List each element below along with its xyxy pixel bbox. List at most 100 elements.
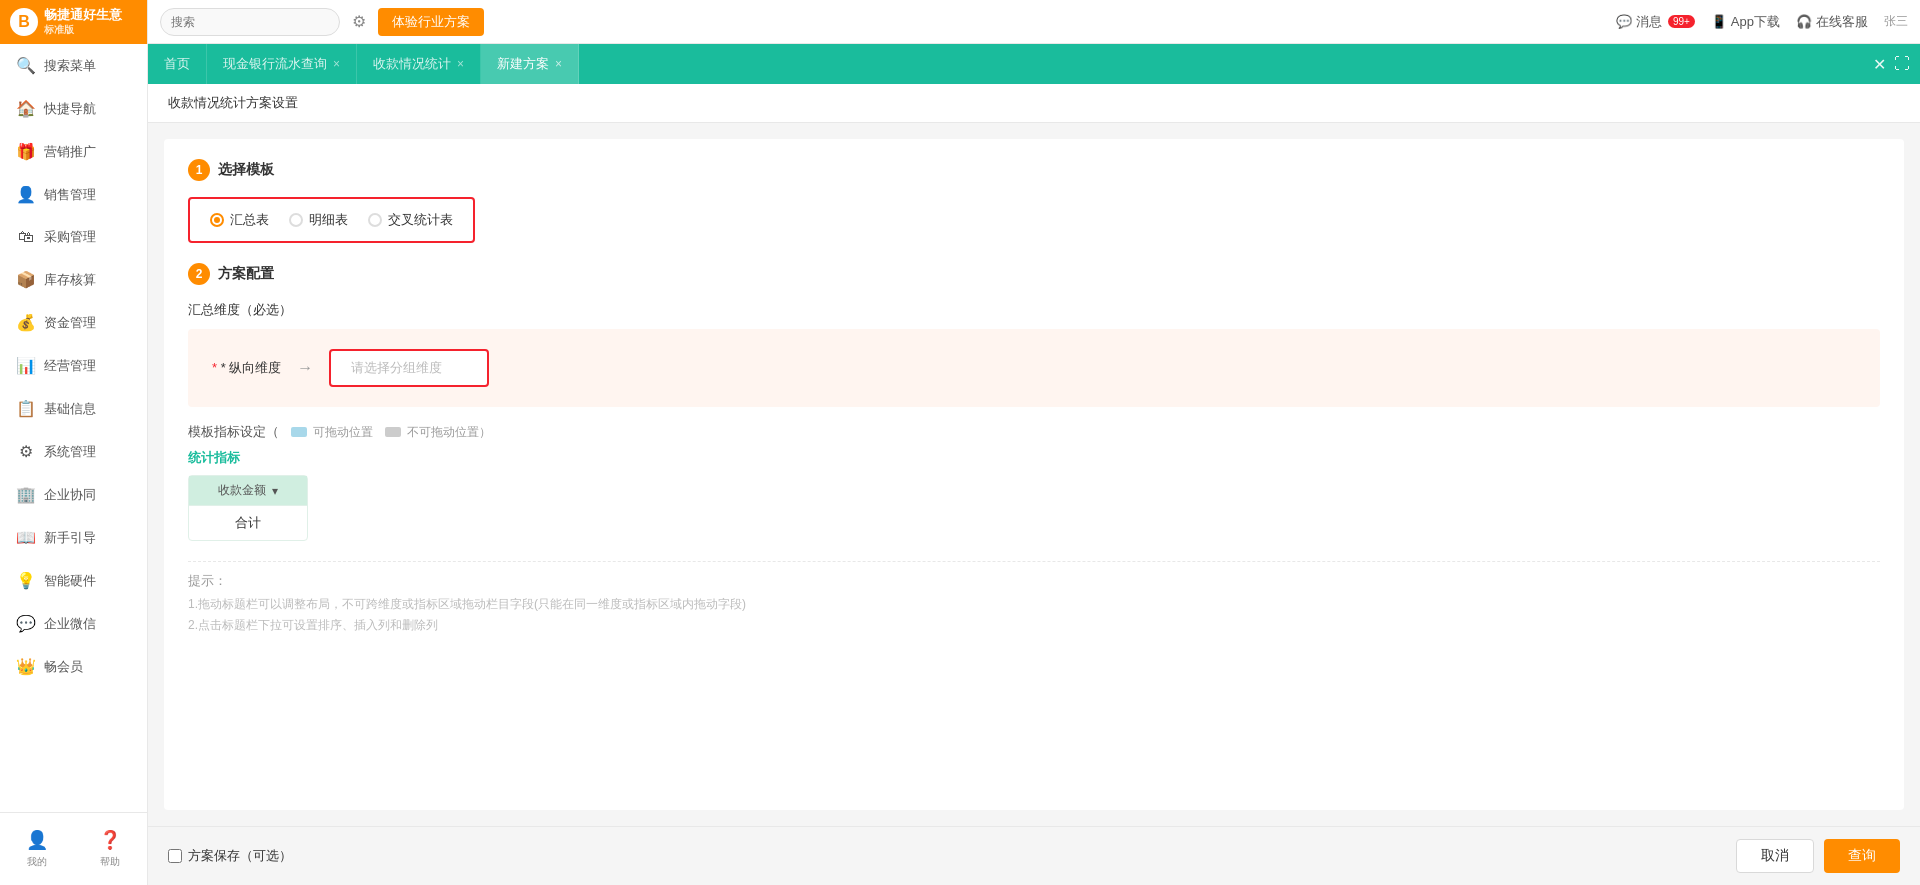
- download-btn[interactable]: 📱 App下载: [1711, 13, 1780, 31]
- tab-label-payment-stats: 收款情况统计: [373, 55, 451, 73]
- step2-title: 方案配置: [218, 265, 274, 283]
- sidebar-bottom-help[interactable]: ❓ 帮助: [74, 823, 148, 875]
- metrics-table-header[interactable]: 收款金额 ▾: [189, 476, 307, 506]
- step2-section: 2 方案配置 汇总维度（必选） * * 纵向维度 → 请选择分组维度: [188, 263, 1880, 648]
- tips-section: 提示： 1.拖动标题栏可以调整布局，不可跨维度或指标区域拖动栏目字段(只能在同一…: [188, 561, 1880, 648]
- member-icon: 👑: [16, 657, 36, 676]
- radio-cross[interactable]: 交叉统计表: [368, 211, 453, 229]
- template-selection-box: 汇总表 明细表 交叉统计表: [188, 197, 475, 243]
- cancel-button[interactable]: 取消: [1736, 839, 1814, 873]
- bottom-bar: 方案保存（可选） 取消 查询: [148, 826, 1920, 885]
- sidebar-item-enterprise[interactable]: 🏢 企业协同: [0, 473, 147, 516]
- fixed-hint: 不可拖动位置）: [385, 424, 491, 441]
- notifications-btn[interactable]: 💬 消息 99+: [1616, 13, 1695, 31]
- sidebar-bottom-user[interactable]: 👤 我的: [0, 823, 74, 875]
- sidebar-item-inventory[interactable]: 📦库存核算: [0, 258, 147, 301]
- draggable-indicator: [291, 427, 307, 437]
- service-btn[interactable]: 🎧 在线客服: [1796, 13, 1868, 31]
- sidebar-item-label: 资金管理: [44, 314, 96, 332]
- hardware-icon: 💡: [16, 571, 36, 590]
- main-area: ⚙ 体验行业方案 💬 消息 99+ 📱 App下载 🎧 在线客服 张三 首页现金…: [148, 0, 1920, 885]
- sidebar-item-operations[interactable]: 📊经营管理: [0, 344, 147, 387]
- page-content: 收款情况统计方案设置 1 选择模板 汇总表明细表交叉统计表 2 方案配置: [148, 84, 1920, 885]
- save-checkbox[interactable]: [168, 849, 182, 863]
- logo: B 畅捷通好生意 标准版: [0, 0, 147, 44]
- dimension-row: * * 纵向维度 → 请选择分组维度: [212, 349, 1856, 387]
- topbar-right: 💬 消息 99+ 📱 App下载 🎧 在线客服 张三: [1616, 13, 1908, 31]
- metrics-table: 收款金额 ▾ 合计: [188, 475, 308, 541]
- tips-item-2: 2.点击标题栏下拉可设置排序、插入列和删除列: [188, 617, 1880, 634]
- sidebar-item-label: 基础信息: [44, 400, 96, 418]
- sidebar-item-marketing[interactable]: 🎁 营销推广: [0, 130, 147, 173]
- logo-text: 畅捷通好生意: [44, 7, 122, 23]
- enterprise-icon: 🏢: [16, 485, 36, 504]
- sidebar-item-label: 智能硬件: [44, 572, 96, 590]
- tab-close-new-plan[interactable]: ×: [555, 57, 562, 71]
- save-option: 方案保存（可选）: [168, 847, 292, 865]
- query-button[interactable]: 查询: [1824, 839, 1900, 873]
- tabbar: 首页现金银行流水查询×收款情况统计×新建方案× ✕ ⛶: [148, 44, 1920, 84]
- tab-label-home: 首页: [164, 55, 190, 73]
- guide-icon: 📖: [16, 528, 36, 547]
- sidebar-item-quick-nav[interactable]: 🏠快捷导航: [0, 87, 147, 130]
- headset-icon: 🎧: [1796, 14, 1812, 29]
- tab-bank-flow[interactable]: 现金银行流水查询 ×: [207, 44, 357, 84]
- sidebar-item-system[interactable]: ⚙系统管理: [0, 430, 147, 473]
- radio-circle-detail: [289, 213, 303, 227]
- sidebar-item-label: 新手引导: [44, 529, 96, 547]
- tab-new-plan[interactable]: 新建方案×: [481, 44, 579, 84]
- logo-icon: B: [10, 8, 38, 36]
- metrics-table-cell: 合计: [189, 506, 307, 540]
- download-icon: 📱: [1711, 14, 1727, 29]
- dimension-area: * * 纵向维度 → 请选择分组维度: [188, 329, 1880, 407]
- radio-label-summary: 汇总表: [230, 211, 269, 229]
- tab-label-bank-flow: 现金银行流水查询: [223, 55, 327, 73]
- sidebar-item-label: 营销推广: [44, 143, 96, 161]
- tab-close-payment-stats[interactable]: ×: [457, 57, 464, 71]
- user-name: 张三: [1884, 13, 1908, 30]
- radio-circle-summary: [210, 213, 224, 227]
- tab-close-bank-flow[interactable]: ×: [333, 57, 340, 71]
- expand-icon[interactable]: ⛶: [1894, 55, 1910, 73]
- sidebar-item-finance[interactable]: 💰资金管理: [0, 301, 147, 344]
- sidebar-item-label: 畅会员: [44, 658, 83, 676]
- close-all-icon[interactable]: ✕: [1873, 55, 1886, 74]
- sidebar-item-hardware[interactable]: 💡 智能硬件: [0, 559, 147, 602]
- sidebar-item-sales[interactable]: 👤 销售管理: [0, 173, 147, 216]
- search-input[interactable]: [160, 8, 340, 36]
- sidebar-item-label: 采购管理: [44, 228, 96, 246]
- tab-home[interactable]: 首页: [148, 44, 207, 84]
- basic-info-icon: 📋: [16, 399, 36, 418]
- topbar: ⚙ 体验行业方案 💬 消息 99+ 📱 App下载 🎧 在线客服 张三: [148, 0, 1920, 44]
- step1-header: 1 选择模板: [188, 159, 1880, 181]
- tab-payment-stats[interactable]: 收款情况统计 ×: [357, 44, 481, 84]
- fixed-indicator: [385, 427, 401, 437]
- radio-label-cross: 交叉统计表: [388, 211, 453, 229]
- sidebar-item-label: 经营管理: [44, 357, 96, 375]
- sales-icon: 👤: [16, 185, 36, 204]
- metrics-header: 模板指标设定（ 可拖动位置 不可拖动位置）: [188, 423, 1880, 441]
- logo-badge: 标准版: [44, 23, 122, 37]
- radio-summary[interactable]: 汇总表: [210, 211, 269, 229]
- sidebar-item-guide[interactable]: 📖 新手引导: [0, 516, 147, 559]
- sidebar-item-weixin[interactable]: 💬企业微信: [0, 602, 147, 645]
- sidebar-item-member[interactable]: 👑 畅会员: [0, 645, 147, 688]
- sidebar-item-label: 销售管理: [44, 186, 96, 204]
- sidebar-item-label: 搜索菜单: [44, 57, 96, 75]
- sidebar-item-purchase[interactable]: 🛍采购管理: [0, 216, 147, 258]
- step2-header: 2 方案配置: [188, 263, 1880, 285]
- radio-detail[interactable]: 明细表: [289, 211, 348, 229]
- sidebar-item-label: 企业协同: [44, 486, 96, 504]
- marketing-icon: 🎁: [16, 142, 36, 161]
- sidebar-item-basic-info[interactable]: 📋 基础信息: [0, 387, 147, 430]
- sidebar-bottom: 👤 我的 ❓ 帮助: [0, 812, 147, 885]
- tabbar-actions: ✕ ⛶: [1873, 55, 1920, 74]
- tips-title: 提示：: [188, 572, 1880, 590]
- sidebar-item-label: 库存核算: [44, 271, 96, 289]
- trial-button[interactable]: 体验行业方案: [378, 8, 484, 36]
- gear-icon[interactable]: ⚙: [352, 12, 366, 31]
- sidebar-item-label: 企业微信: [44, 615, 96, 633]
- sidebar-item-search-menu[interactable]: 🔍搜索菜单: [0, 44, 147, 87]
- radio-label-detail: 明细表: [309, 211, 348, 229]
- dimension-select[interactable]: 请选择分组维度: [329, 349, 489, 387]
